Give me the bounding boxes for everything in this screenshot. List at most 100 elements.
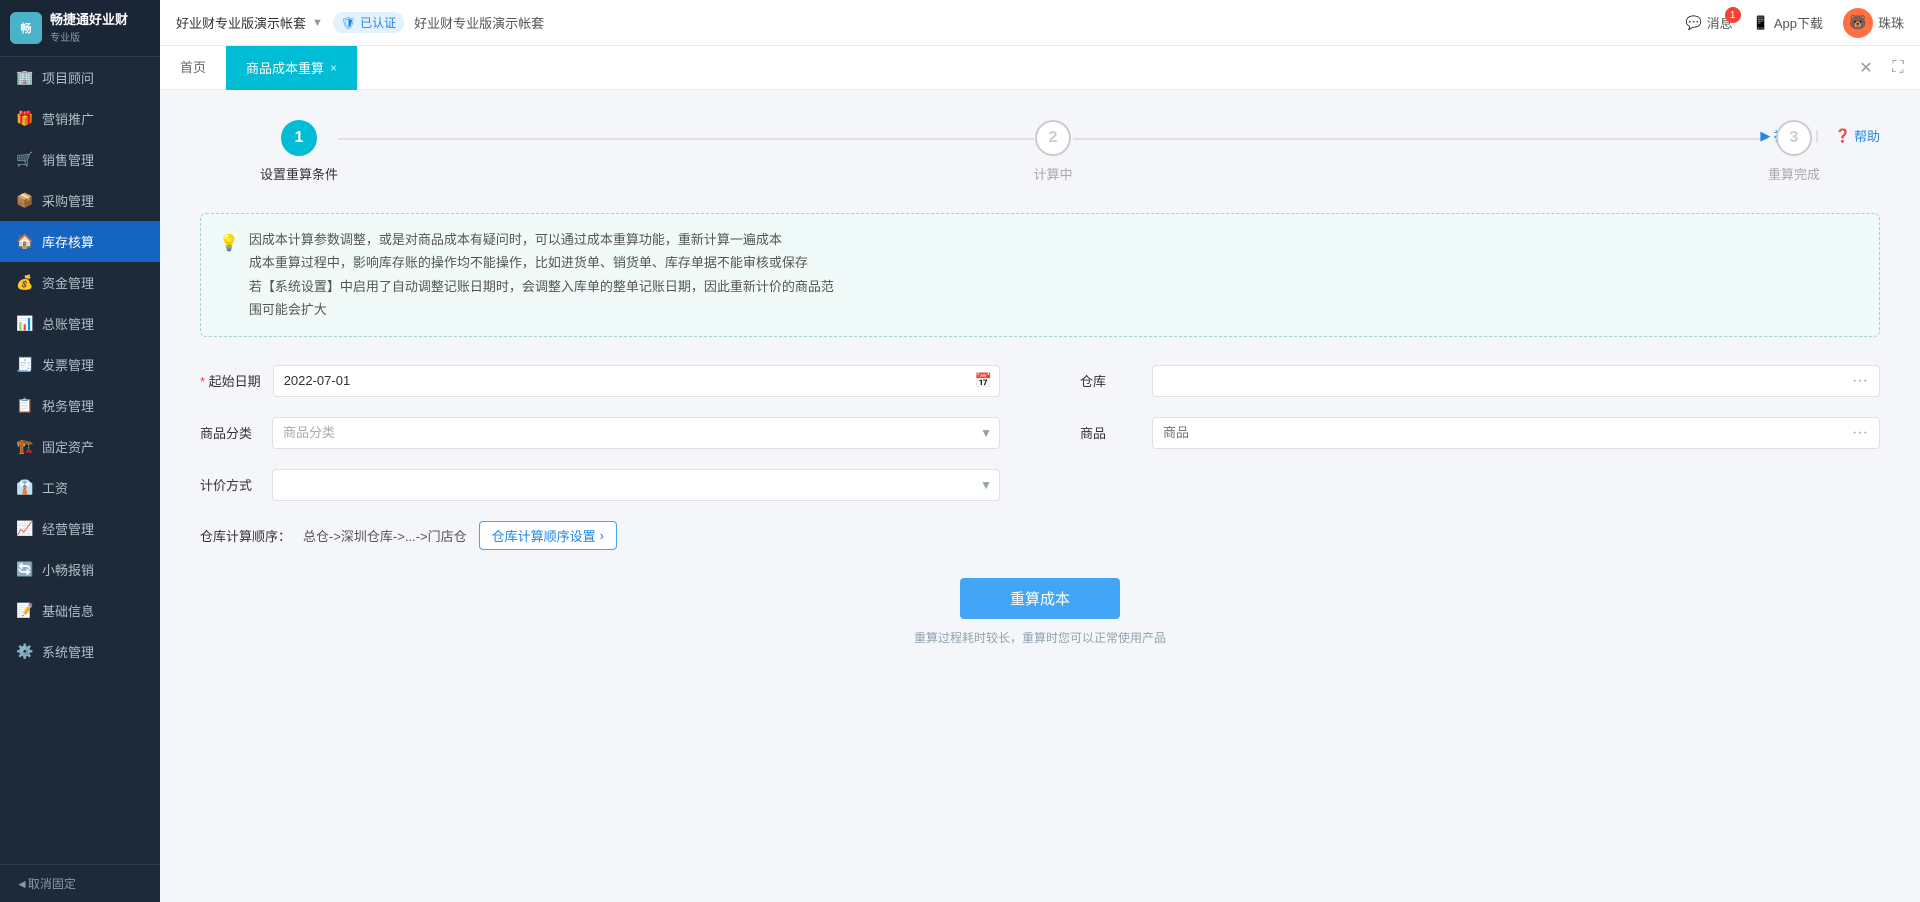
product-label: 商品 — [1080, 423, 1140, 442]
account-selector[interactable]: 好业财专业版演示帐套 ▼ — [176, 13, 323, 32]
sidebar-item-accounting[interactable]: 📊 总账管理 — [0, 303, 160, 344]
tab-close-button[interactable]: × — [330, 61, 337, 75]
sidebar-item-label-tax: 税务管理 — [42, 396, 94, 415]
sidebar-item-operations[interactable]: 📈 经营管理 — [0, 508, 160, 549]
sidebar-item-assets[interactable]: 🏗️ 固定资产 — [0, 426, 160, 467]
tab-home[interactable]: 首页 — [160, 46, 226, 90]
step-line-1 — [338, 138, 1033, 140]
step-2: 2 计算中 — [1034, 120, 1073, 183]
message-icon: 💬 — [1685, 15, 1701, 31]
tab-product-cost[interactable]: 商品成本重算 × — [226, 46, 357, 90]
product-input-wrap: ··· — [1152, 417, 1880, 449]
step-3-label: 重算完成 — [1768, 164, 1820, 183]
progress-stepper: 1 设置重算条件 2 计算中 3 重算完成 ▶ 视频 | ❓ — [200, 120, 1880, 183]
sidebar-item-tax[interactable]: 📋 税务管理 — [0, 385, 160, 426]
sidebar-item-label-basic: 基础信息 — [42, 601, 94, 620]
sidebar-item-label-expense: 小畅报销 — [42, 560, 94, 579]
sidebar-item-label-inventory: 库存核算 — [42, 232, 94, 251]
start-date-input-wrap: 📅 — [273, 365, 1000, 397]
user-name: 珠珠 — [1878, 13, 1904, 32]
app-download-button[interactable]: 📱 App下载 — [1753, 13, 1823, 32]
sidebar-item-expense[interactable]: 🔄 小畅报销 — [0, 549, 160, 590]
sidebar-item-sales[interactable]: 🛒 销售管理 — [0, 139, 160, 180]
form-grid: 起始日期 📅 仓库 ··· 商品分类 商品分类 — [200, 365, 1880, 501]
sidebar-item-label-invoice: 发票管理 — [42, 355, 94, 374]
form-row-warehouse: 仓库 ··· — [1080, 365, 1880, 397]
info-box: 💡 因成本计算参数调整，或是对商品成本有疑问时，可以通过成本重算功能，重新计算一… — [200, 213, 1880, 337]
sidebar-app-name: 畅捷通好业财 — [50, 12, 128, 29]
marketing-icon: 🎁 — [16, 110, 34, 128]
sidebar-item-project[interactable]: 🏢 项目顾问 — [0, 57, 160, 98]
message-button[interactable]: 💬 消息 1 — [1685, 13, 1732, 32]
info-icon: 💡 — [219, 230, 239, 322]
category-label: 商品分类 — [200, 423, 260, 442]
sidebar-item-label-accounting: 总账管理 — [42, 314, 94, 333]
sidebar-item-label-purchase: 采购管理 — [42, 191, 94, 210]
accounting-icon: 📊 — [16, 315, 34, 333]
start-date-label: 起始日期 — [200, 371, 261, 390]
step-3: 3 重算完成 — [1768, 120, 1820, 183]
sidebar-logo: 畅 — [10, 12, 42, 44]
help-link[interactable]: ❓ 帮助 — [1835, 126, 1880, 145]
sidebar-item-basic[interactable]: 📝 基础信息 — [0, 590, 160, 631]
calendar-icon[interactable]: 📅 — [975, 372, 992, 389]
chevron-right-icon: › — [600, 528, 604, 543]
tab-expand-icon[interactable]: ⛶ — [1886, 56, 1910, 80]
company-name: 好业财专业版演示帐套 — [414, 13, 544, 32]
category-select[interactable]: 商品分类 — [272, 417, 1000, 449]
warehouse-more-button[interactable]: ··· — [1848, 372, 1872, 390]
sidebar-title-area: 畅捷通好业财 专业版 — [50, 12, 128, 44]
sidebar-item-inventory[interactable]: 🏠 库存核算 — [0, 221, 160, 262]
product-more-button[interactable]: ··· — [1848, 424, 1872, 442]
sidebar-item-label-operations: 经营管理 — [42, 519, 94, 538]
tax-icon: 📋 — [16, 397, 34, 415]
step-1-circle: 1 — [281, 120, 317, 156]
expense-icon: 🔄 — [16, 561, 34, 579]
recalc-button[interactable]: 重算成本 — [960, 578, 1120, 619]
sidebar-item-marketing[interactable]: 🎁 营销推广 — [0, 98, 160, 139]
warehouse-input[interactable] — [1152, 365, 1880, 397]
start-date-input[interactable] — [273, 365, 1000, 397]
pricing-select-wrap: ▼ — [272, 469, 1000, 501]
pricing-label: 计价方式 — [200, 475, 260, 494]
account-name: 好业财专业版演示帐套 — [176, 13, 306, 32]
user-avatar: 🐻 — [1843, 8, 1873, 38]
operations-icon: 📈 — [16, 520, 34, 538]
topbar-right: 💬 消息 1 📱 App下载 🐻 珠珠 — [1685, 8, 1904, 38]
sidebar-item-invoice[interactable]: 🧾 发票管理 — [0, 344, 160, 385]
warehouse-input-wrap: ··· — [1152, 365, 1880, 397]
sidebar-item-label-project: 项目顾问 — [42, 68, 94, 87]
sidebar-unpin-button[interactable]: ◄取消固定 — [0, 864, 160, 902]
basic-icon: 📝 — [16, 602, 34, 620]
sidebar-item-label-salary: 工资 — [42, 478, 68, 497]
purchase-icon: 📦 — [16, 192, 34, 210]
sidebar-version: 专业版 — [50, 29, 128, 44]
warehouse-order-label: 仓库计算顺序： — [200, 526, 291, 545]
warehouse-order-settings-button[interactable]: 仓库计算顺序设置 › — [479, 521, 617, 550]
sales-icon: 🛒 — [16, 151, 34, 169]
form-row-pricing: 计价方式 ▼ — [200, 469, 1000, 501]
system-icon: ⚙️ — [16, 643, 34, 661]
salary-icon: 👔 — [16, 479, 34, 497]
project-icon: 🏢 — [16, 69, 34, 87]
step-2-label: 计算中 — [1034, 164, 1073, 183]
sidebar-item-salary[interactable]: 👔 工资 — [0, 467, 160, 508]
sidebar-item-label-system: 系统管理 — [42, 642, 94, 661]
sidebar-item-system[interactable]: ⚙️ 系统管理 — [0, 631, 160, 672]
notification-badge: 1 — [1725, 7, 1741, 23]
step-1: 1 设置重算条件 — [260, 120, 338, 183]
sidebar-item-finance[interactable]: 💰 资金管理 — [0, 262, 160, 303]
page-content: 1 设置重算条件 2 计算中 3 重算完成 ▶ 视频 | ❓ — [160, 90, 1920, 902]
warehouse-label: 仓库 — [1080, 371, 1140, 390]
sidebar-item-purchase[interactable]: 📦 采购管理 — [0, 180, 160, 221]
verified-badge: 🛡 已认证 — [333, 12, 404, 33]
product-input[interactable] — [1152, 417, 1880, 449]
sidebar-item-label-marketing: 营销推广 — [42, 109, 94, 128]
main-area: 好业财专业版演示帐套 ▼ 🛡 已认证 好业财专业版演示帐套 💬 消息 1 📱 A… — [160, 0, 1920, 902]
pricing-select[interactable] — [272, 469, 1000, 501]
recalc-section: 重算成本 重算过程耗时较长，重算时您可以正常使用产品 — [200, 578, 1880, 646]
user-menu[interactable]: 🐻 珠珠 — [1843, 8, 1904, 38]
form-row-start-date: 起始日期 📅 — [200, 365, 1000, 397]
form-row-product: 商品 ··· — [1080, 417, 1880, 449]
tab-close-icon[interactable]: ✕ — [1854, 56, 1878, 80]
